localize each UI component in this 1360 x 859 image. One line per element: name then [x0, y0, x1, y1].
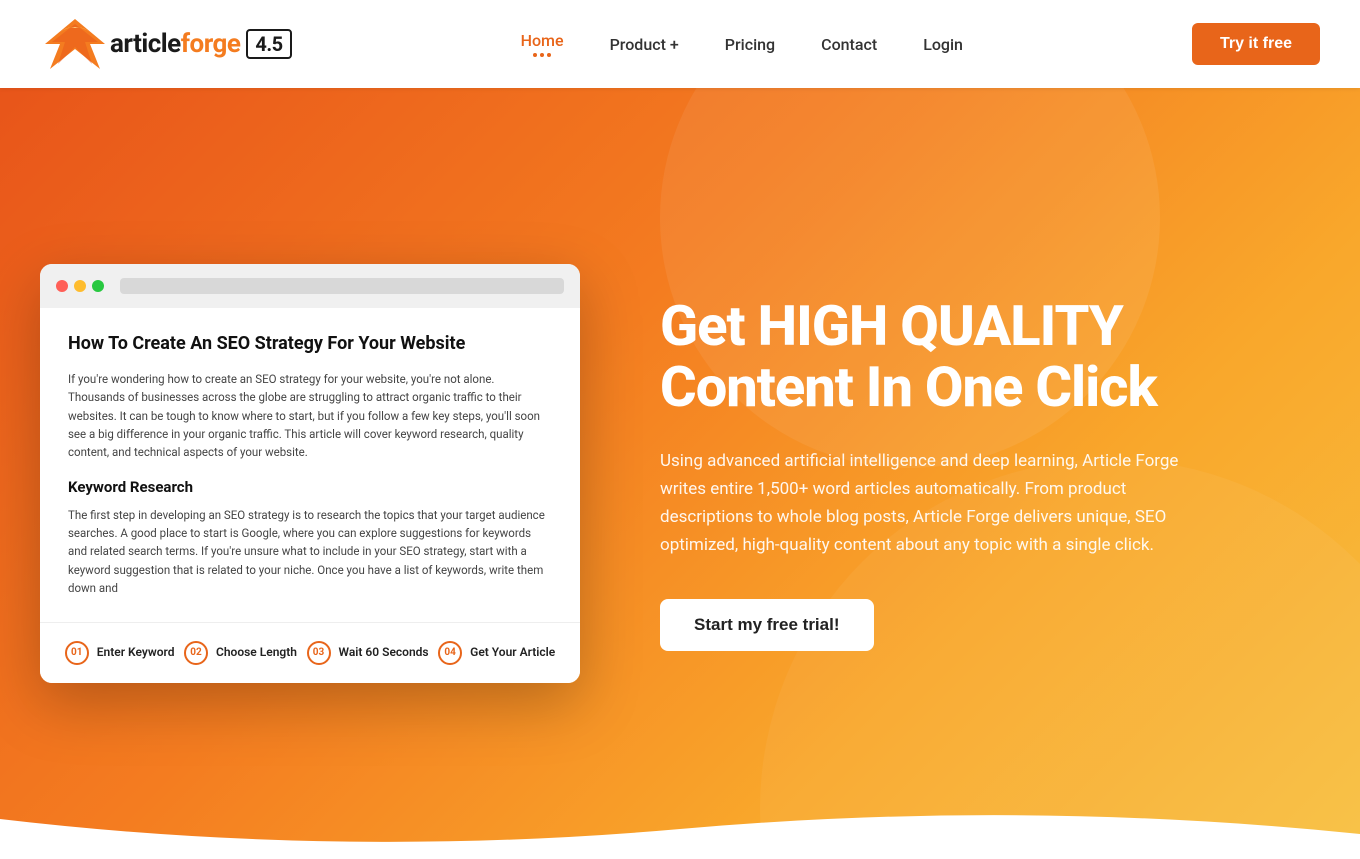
nav-product[interactable]: Product + [592, 27, 697, 62]
hero-right: Get HIGH QUALITY Content In One Click Us… [640, 296, 1320, 651]
mockup-titlebar [40, 264, 580, 308]
nav-pricing[interactable]: Pricing [707, 27, 793, 62]
navbar: articleforge 4.5 Home Product + Pricing … [0, 0, 1360, 88]
steps-bar: 01 Enter Keyword 02 Choose Length 03 Wai… [40, 622, 580, 683]
hero-wave-icon [0, 779, 1360, 859]
mockup-article-title: How To Create An SEO Strategy For Your W… [68, 332, 552, 355]
step-1-label: Enter Keyword [97, 645, 175, 661]
step-2-num: 02 [184, 641, 208, 665]
mockup-article-body: If you're wondering how to create an SEO… [68, 370, 552, 462]
mockup-section-title: Keyword Research [68, 478, 552, 496]
mockup-section-body: The first step in developing an SEO stra… [68, 506, 552, 598]
logo-version: 4.5 [246, 29, 291, 59]
step-4-num: 04 [438, 641, 462, 665]
logo-brand: article [110, 29, 181, 59]
try-free-button[interactable]: Try it free [1192, 23, 1320, 65]
step-3-label: Wait 60 Seconds [339, 645, 429, 661]
step-4: 04 Get Your Article [438, 641, 555, 665]
step-3-num: 03 [307, 641, 331, 665]
step-2-label: Choose Length [216, 645, 297, 661]
step-1-num: 01 [65, 641, 89, 665]
logo: articleforge 4.5 [40, 14, 292, 74]
logo-text: articleforge 4.5 [110, 29, 292, 59]
step-1: 01 Enter Keyword [65, 641, 175, 665]
step-4-label: Get Your Article [470, 645, 555, 661]
step-3: 03 Wait 60 Seconds [307, 641, 429, 665]
titlebar-addressbar [120, 278, 564, 294]
dot-green-icon [92, 280, 104, 292]
mockup-content: How To Create An SEO Strategy For Your W… [40, 308, 580, 621]
hero-heading: Get HIGH QUALITY Content In One Click [660, 296, 1320, 419]
hero-inner: How To Create An SEO Strategy For Your W… [40, 264, 1320, 682]
dot-red-icon [56, 280, 68, 292]
titlebar-dots [56, 280, 104, 292]
hero-heading-line2: Content In One Click [660, 354, 1157, 420]
hero-subtext: Using advanced artificial intelligence a… [660, 447, 1210, 559]
nav-login[interactable]: Login [905, 27, 981, 62]
step-2: 02 Choose Length [184, 641, 297, 665]
logo-bird-icon [40, 14, 110, 74]
logo-forge: forge [181, 29, 241, 59]
nav-contact[interactable]: Contact [803, 27, 895, 62]
hero-heading-line1: Get HIGH QUALITY [660, 293, 1123, 359]
hero-cta-button[interactable]: Start my free trial! [660, 599, 874, 651]
nav-links: Home Product + Pricing Contact Login [503, 23, 981, 65]
dot-yellow-icon [74, 280, 86, 292]
nav-home[interactable]: Home [503, 23, 582, 65]
hero-section: How To Create An SEO Strategy For Your W… [0, 88, 1360, 859]
article-mockup: How To Create An SEO Strategy For Your W… [40, 264, 580, 682]
